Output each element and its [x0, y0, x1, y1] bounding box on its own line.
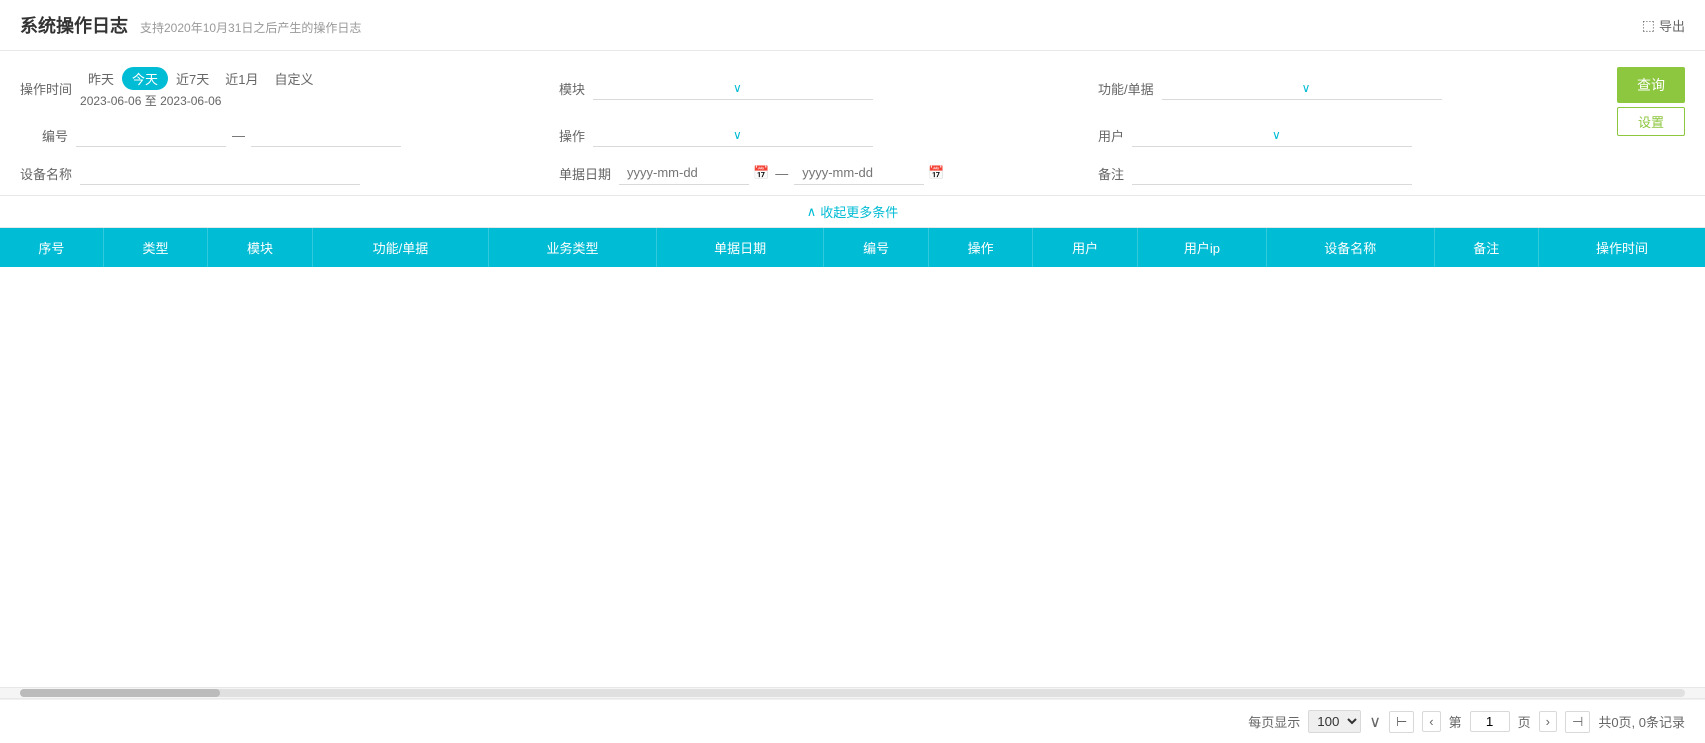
action-buttons: 查询 设置: [1617, 67, 1685, 136]
filter-main: 操作时间 昨天 今天 近7天 近1月 自定义 2023-06-06 至 2023…: [20, 67, 1685, 185]
time-filter-col: 操作时间 昨天 今天 近7天 近1月 自定义 2023-06-06 至 2023…: [20, 67, 519, 109]
page-title: 系统操作日志: [20, 12, 128, 38]
device-label: 设备名称: [20, 164, 72, 183]
time-btn-yesterday[interactable]: 昨天: [80, 67, 122, 90]
page-text-label: 第: [1449, 712, 1462, 731]
col-function: 功能/单据: [312, 228, 488, 267]
per-page-select[interactable]: 100 10 20 50 200: [1308, 710, 1361, 733]
col-module: 模块: [208, 228, 312, 267]
module-label: 模块: [559, 79, 585, 98]
filter-area: 操作时间 昨天 今天 近7天 近1月 自定义 2023-06-06 至 2023…: [0, 51, 1705, 228]
function-filter-col: 功能/单据 ∨: [1098, 77, 1597, 100]
data-table: 序号 类型 模块 功能/单据 业务类型 单据日期 编号 操作 用户 用户ip 设…: [0, 228, 1705, 267]
prev-page-button[interactable]: ‹: [1422, 711, 1440, 732]
module-arrow-icon: ∨: [733, 81, 865, 95]
export-icon: ⬚: [1642, 17, 1655, 34]
user-filter-col: 用户 ∨: [1098, 124, 1597, 147]
collapse-label: 收起更多条件: [820, 202, 898, 221]
table-header-row: 序号 类型 模块 功能/单据 业务类型 单据日期 编号 操作 用户 用户ip 设…: [0, 228, 1705, 267]
number-label: 编号: [42, 126, 68, 145]
date-to-input[interactable]: [794, 161, 924, 185]
date-filter-col: 单据日期 📅 — 📅: [559, 161, 1058, 185]
operation-label: 操作: [559, 126, 585, 145]
time-btn-1month[interactable]: 近1月: [217, 67, 266, 90]
col-op-time: 操作时间: [1539, 228, 1705, 267]
table-head: 序号 类型 模块 功能/单据 业务类型 单据日期 编号 操作 用户 用户ip 设…: [0, 228, 1705, 267]
settings-button[interactable]: 设置: [1617, 107, 1685, 136]
number-to-input[interactable]: [251, 123, 401, 147]
first-page-button[interactable]: ⊢: [1389, 711, 1414, 733]
device-input[interactable]: [80, 161, 360, 185]
export-button[interactable]: ⬚ 导出: [1642, 16, 1685, 35]
main-content: 序号 类型 模块 功能/单据 业务类型 单据日期 编号 操作 用户 用户ip 设…: [0, 228, 1705, 687]
module-filter-col: 模块 ∨: [559, 77, 1058, 100]
remark-filter-col: 备注: [1098, 161, 1597, 185]
total-info: 共0页, 0条记录: [1598, 712, 1685, 731]
user-label: 用户: [1098, 126, 1124, 145]
col-remark: 备注: [1434, 228, 1538, 267]
per-page-label: 每页显示: [1248, 712, 1300, 731]
calendar-to-icon[interactable]: 📅: [928, 165, 944, 181]
date-from-input[interactable]: [619, 161, 749, 185]
date-dash: —: [775, 166, 788, 181]
remark-input[interactable]: [1132, 161, 1412, 185]
time-filter-wrapper: 昨天 今天 近7天 近1月 自定义 2023-06-06 至 2023-06-0…: [80, 67, 322, 109]
page-down-icon: ∨: [1369, 712, 1381, 732]
col-user: 用户: [1033, 228, 1137, 267]
page-subtitle: 支持2020年10月31日之后产生的操作日志: [140, 19, 361, 36]
col-number: 编号: [824, 228, 928, 267]
filter-row-3: 设备名称 单据日期 📅 — 📅 备注: [20, 161, 1597, 185]
time-btn-7days[interactable]: 近7天: [168, 67, 217, 90]
query-button[interactable]: 查询: [1617, 67, 1685, 103]
horizontal-scrollbar[interactable]: [0, 687, 1705, 699]
number-from-input[interactable]: [76, 123, 226, 147]
col-user-ip: 用户ip: [1137, 228, 1266, 267]
function-arrow-icon: ∨: [1302, 81, 1434, 95]
user-select[interactable]: ∨: [1132, 124, 1412, 147]
module-select[interactable]: ∨: [593, 77, 873, 100]
time-btn-custom[interactable]: 自定义: [267, 67, 322, 90]
col-date: 单据日期: [656, 228, 824, 267]
col-operation: 操作: [928, 228, 1032, 267]
filter-left: 操作时间 昨天 今天 近7天 近1月 自定义 2023-06-06 至 2023…: [20, 67, 1597, 185]
collapse-bar[interactable]: ∧ 收起更多条件: [0, 195, 1705, 227]
time-btn-today[interactable]: 今天: [122, 67, 168, 90]
page-suffix: 页: [1518, 712, 1531, 731]
scrollbar-thumb[interactable]: [20, 689, 220, 697]
scrollbar-track[interactable]: [20, 689, 1685, 697]
time-label: 操作时间: [20, 79, 72, 98]
header-left: 系统操作日志 支持2020年10月31日之后产生的操作日志: [20, 12, 361, 38]
empty-area: [0, 267, 1705, 587]
calendar-from-icon[interactable]: 📅: [753, 165, 769, 181]
user-arrow-icon: ∨: [1272, 128, 1404, 142]
page-header: 系统操作日志 支持2020年10月31日之后产生的操作日志 ⬚ 导出: [0, 0, 1705, 51]
page-wrapper: 系统操作日志 支持2020年10月31日之后产生的操作日志 ⬚ 导出 操作时间 …: [0, 0, 1705, 743]
operation-select[interactable]: ∨: [593, 124, 873, 147]
number-filter-col: 编号 —: [20, 123, 519, 147]
export-label: 导出: [1659, 16, 1685, 35]
filter-row-1: 操作时间 昨天 今天 近7天 近1月 自定义 2023-06-06 至 2023…: [20, 67, 1597, 109]
page-number-input[interactable]: [1470, 711, 1510, 732]
date-label: 单据日期: [559, 164, 611, 183]
filter-row-2: 编号 — 操作 ∨ 用户: [20, 123, 1597, 147]
collapse-icon: ∧: [807, 204, 817, 220]
number-dash: —: [232, 128, 245, 143]
operation-filter-col: 操作 ∨: [559, 124, 1058, 147]
time-button-group: 昨天 今天 近7天 近1月 自定义: [80, 67, 322, 90]
col-biz-type: 业务类型: [489, 228, 657, 267]
device-filter-col: 设备名称: [20, 161, 519, 185]
next-page-button[interactable]: ›: [1539, 711, 1557, 732]
function-select[interactable]: ∨: [1162, 77, 1442, 100]
pagination: 每页显示 100 10 20 50 200 ∨ ⊢ ‹ 第 页 › ⊣ 共0页,…: [0, 699, 1705, 743]
last-page-button[interactable]: ⊣: [1565, 711, 1590, 733]
col-type: 类型: [103, 228, 207, 267]
operation-arrow-icon: ∨: [733, 128, 865, 142]
time-range-display: 2023-06-06 至 2023-06-06: [80, 92, 322, 109]
col-index: 序号: [0, 228, 103, 267]
col-device: 设备名称: [1266, 228, 1434, 267]
remark-label: 备注: [1098, 164, 1124, 183]
function-label: 功能/单据: [1098, 79, 1154, 98]
